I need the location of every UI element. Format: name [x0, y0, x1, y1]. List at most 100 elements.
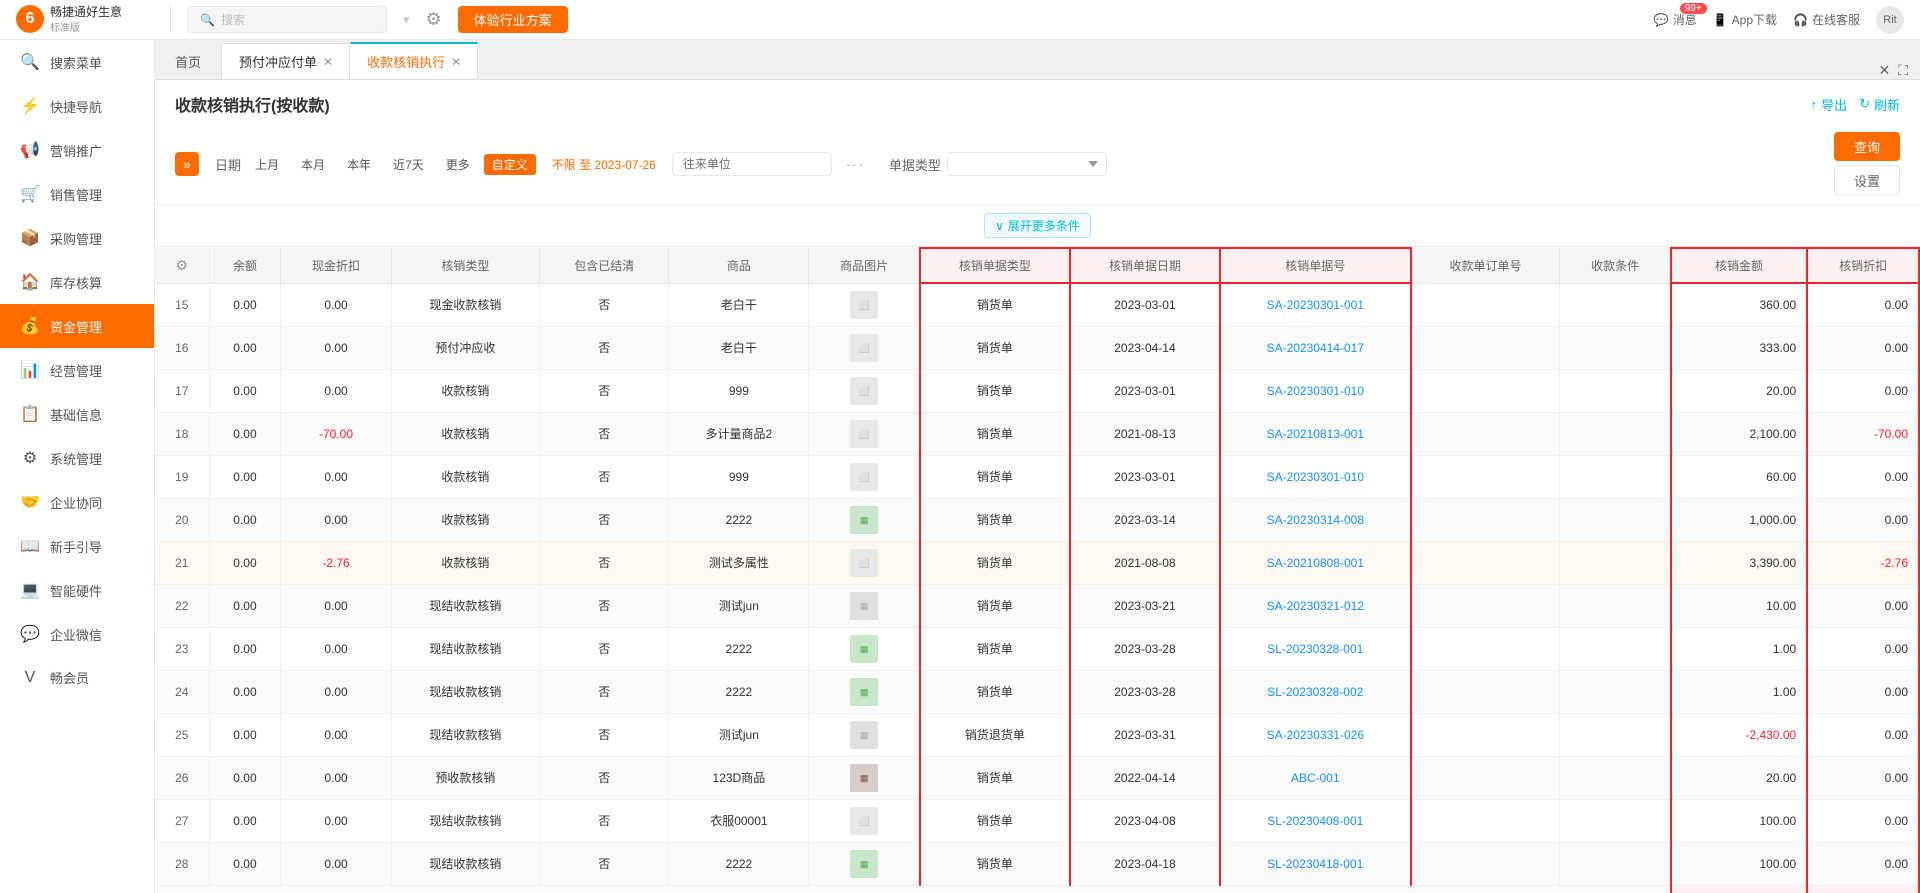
cell-balance: 0.00	[209, 455, 281, 498]
messages-button[interactable]: 💬 消息 99+	[1654, 11, 1697, 28]
writeoff-bill-link[interactable]: SA-20210808-001	[1267, 556, 1364, 570]
sidebar-item-basic-info[interactable]: 📋 基础信息	[0, 392, 154, 436]
app-download-button[interactable]: 📱 App下载	[1713, 11, 1777, 28]
tab-prepaid[interactable]: 预付冲应付单 ✕	[222, 43, 350, 79]
cell-writeoff-bill-no[interactable]: SA-20210808-001	[1220, 541, 1411, 584]
sidebar-item-marketing[interactable]: 📢 营销推广	[0, 128, 154, 172]
writeoff-bill-link[interactable]: SA-20230331-026	[1267, 728, 1364, 742]
top-search-area[interactable]: 🔍 搜索	[187, 6, 387, 33]
writeoff-bill-link[interactable]: SL-20230328-001	[1267, 642, 1363, 656]
counterparty-input[interactable]	[672, 152, 832, 176]
refresh-button[interactable]: ↻ 刷新	[1859, 95, 1900, 114]
date-btn-this-month[interactable]: 本月	[293, 154, 333, 175]
cell-receipt-order-no	[1411, 842, 1560, 885]
tab-writeoff[interactable]: 收款核销执行 ✕	[350, 42, 478, 79]
export-button[interactable]: ↑ 导出	[1811, 95, 1848, 114]
sidebar-item-finance[interactable]: 💰 资金管理	[0, 304, 154, 348]
col-header-gear[interactable]: ⚙	[155, 248, 209, 283]
cell-writeoff-bill-no[interactable]: SA-20230301-010	[1220, 455, 1411, 498]
writeoff-bill-link[interactable]: SA-20230321-012	[1267, 599, 1364, 613]
document-type-select[interactable]	[947, 152, 1107, 176]
tab-writeoff-label: 收款核销执行	[367, 52, 445, 71]
cell-writeoff-bill-no[interactable]: ABC-001	[1220, 756, 1411, 799]
user-avatar[interactable]: Rit	[1876, 6, 1904, 34]
filter-settings-button[interactable]: 设置	[1834, 165, 1900, 196]
sidebar-item-operations[interactable]: 📊 经营管理	[0, 348, 154, 392]
date-btn-last-month[interactable]: 上月	[247, 154, 287, 175]
cell-writeoff-bill-no[interactable]: SA-20210813-001	[1220, 412, 1411, 455]
cell-writeoff-bill-no[interactable]: SA-20230414-017	[1220, 326, 1411, 369]
sidebar-item-wechat[interactable]: 💬 企业微信	[0, 612, 154, 656]
sidebar-item-inventory[interactable]: 🏠 库存核算	[0, 260, 154, 304]
counterparty-filter-group: ···	[672, 152, 873, 176]
writeoff-bill-link[interactable]: SL-20230408-001	[1267, 814, 1363, 828]
cell-writeoff-amount: 1.00	[1671, 627, 1807, 670]
writeoff-bill-link[interactable]: SA-20230301-001	[1267, 298, 1364, 312]
writeoff-bill-link[interactable]: SL-20230418-001	[1267, 857, 1363, 871]
cell-writeoff-bill-no[interactable]: SL-20230408-001	[1220, 799, 1411, 842]
cell-writeoff-bill-no[interactable]: SA-20230301-001	[1220, 283, 1411, 326]
online-service-button[interactable]: 🎧 在线客服	[1793, 11, 1860, 28]
wechat-icon: 💬	[20, 624, 40, 644]
cell-product: 999	[669, 369, 809, 412]
cell-writeoff-bill-type: 销货单	[920, 498, 1070, 541]
filter-expand-button[interactable]: »	[175, 152, 199, 176]
cell-cash-discount: 0.00	[281, 326, 391, 369]
industry-solution-button[interactable]: 体验行业方案	[458, 6, 568, 33]
settings-icon[interactable]: ⚙	[426, 9, 442, 30]
tab-writeoff-close[interactable]: ✕	[451, 55, 461, 69]
tab-prepaid-close[interactable]: ✕	[323, 55, 333, 69]
cell-writeoff-bill-type: 销货单	[920, 455, 1070, 498]
expand-more-button[interactable]: ∨ 展开更多条件	[984, 213, 1091, 238]
date-btn-7days[interactable]: 近7天	[385, 154, 432, 175]
cell-included-closed: 否	[540, 713, 669, 756]
sidebar-item-system[interactable]: ⚙ 系统管理	[0, 436, 154, 480]
expand-more-icon: ∨	[995, 219, 1004, 233]
date-btn-more[interactable]: 更多	[438, 154, 478, 175]
cell-writeoff-bill-no[interactable]: SA-20230331-026	[1220, 713, 1411, 756]
cell-writeoff-bill-no[interactable]: SL-20230328-002	[1220, 670, 1411, 713]
sidebar-item-hardware[interactable]: 💻 智能硬件	[0, 568, 154, 612]
cell-writeoff-bill-no[interactable]: SA-20230314-008	[1220, 498, 1411, 541]
cell-id: 15	[155, 283, 209, 326]
date-custom-button[interactable]: 自定义	[484, 154, 536, 175]
tab-home[interactable]: 首页	[155, 44, 222, 79]
sidebar-item-sales[interactable]: 🛒 销售管理	[0, 172, 154, 216]
table-row: 20 0.00 0.00 收款核销 否 2222 ▦ 销货单 2023-03-1…	[155, 498, 1919, 541]
cell-id: 21	[155, 541, 209, 584]
tab-close-button[interactable]: ✕	[1878, 62, 1890, 79]
writeoff-bill-link[interactable]: ABC-001	[1291, 771, 1340, 785]
date-btn-this-year[interactable]: 本年	[339, 154, 379, 175]
writeoff-bill-link[interactable]: SA-20230414-017	[1267, 341, 1364, 355]
writeoff-bill-link[interactable]: SL-20230328-002	[1267, 685, 1363, 699]
writeoff-bill-link[interactable]: SA-20210813-001	[1267, 427, 1364, 441]
download-icon: 📱	[1713, 13, 1728, 27]
cell-writeoff-discount: -2.76	[1807, 541, 1919, 584]
cell-product-image: ▦	[809, 498, 920, 541]
cell-writeoff-discount: -70.00	[1807, 412, 1919, 455]
sidebar-item-search[interactable]: 🔍 搜索菜单	[0, 40, 154, 84]
writeoff-bill-link[interactable]: SA-20230314-008	[1267, 513, 1364, 527]
counterparty-dots[interactable]: ···	[846, 157, 865, 172]
sidebar-item-collab[interactable]: 🤝 企业协同	[0, 480, 154, 524]
table-row: 25 0.00 0.00 现结收款核销 否 测试jun ▦ 销货退货单 2023…	[155, 713, 1919, 756]
cell-id: 27	[155, 799, 209, 842]
cell-writeoff-bill-no[interactable]: SA-20230321-012	[1220, 584, 1411, 627]
cell-writeoff-bill-no[interactable]: SL-20230328-001	[1220, 627, 1411, 670]
sidebar-item-quick-nav[interactable]: ⚡ 快捷导航	[0, 84, 154, 128]
cell-cash-discount: 0.00	[281, 756, 391, 799]
sidebar-item-guide[interactable]: 📖 新手引导	[0, 524, 154, 568]
sidebar-item-purchase[interactable]: 📦 采购管理	[0, 216, 154, 260]
writeoff-bill-link[interactable]: SA-20230301-010	[1267, 384, 1364, 398]
query-button[interactable]: 查询	[1834, 132, 1900, 161]
cell-writeoff-amount: 360.00	[1671, 283, 1807, 326]
cell-writeoff-bill-no[interactable]: SL-20230418-001	[1220, 842, 1411, 885]
sidebar-item-member[interactable]: V 畅会员	[0, 656, 154, 699]
writeoff-bill-link[interactable]: SA-20230301-010	[1267, 470, 1364, 484]
cell-writeoff-bill-no[interactable]: SA-20230301-010	[1220, 369, 1411, 412]
dropdown-arrow[interactable]: ▾	[403, 12, 410, 28]
cell-product: 测试jun	[669, 713, 809, 756]
tab-fullscreen-button[interactable]: ⛶	[1898, 62, 1908, 79]
gear-icon-btn[interactable]: ⚙	[175, 257, 188, 274]
cell-writeoff-discount: 0.00	[1807, 799, 1919, 842]
